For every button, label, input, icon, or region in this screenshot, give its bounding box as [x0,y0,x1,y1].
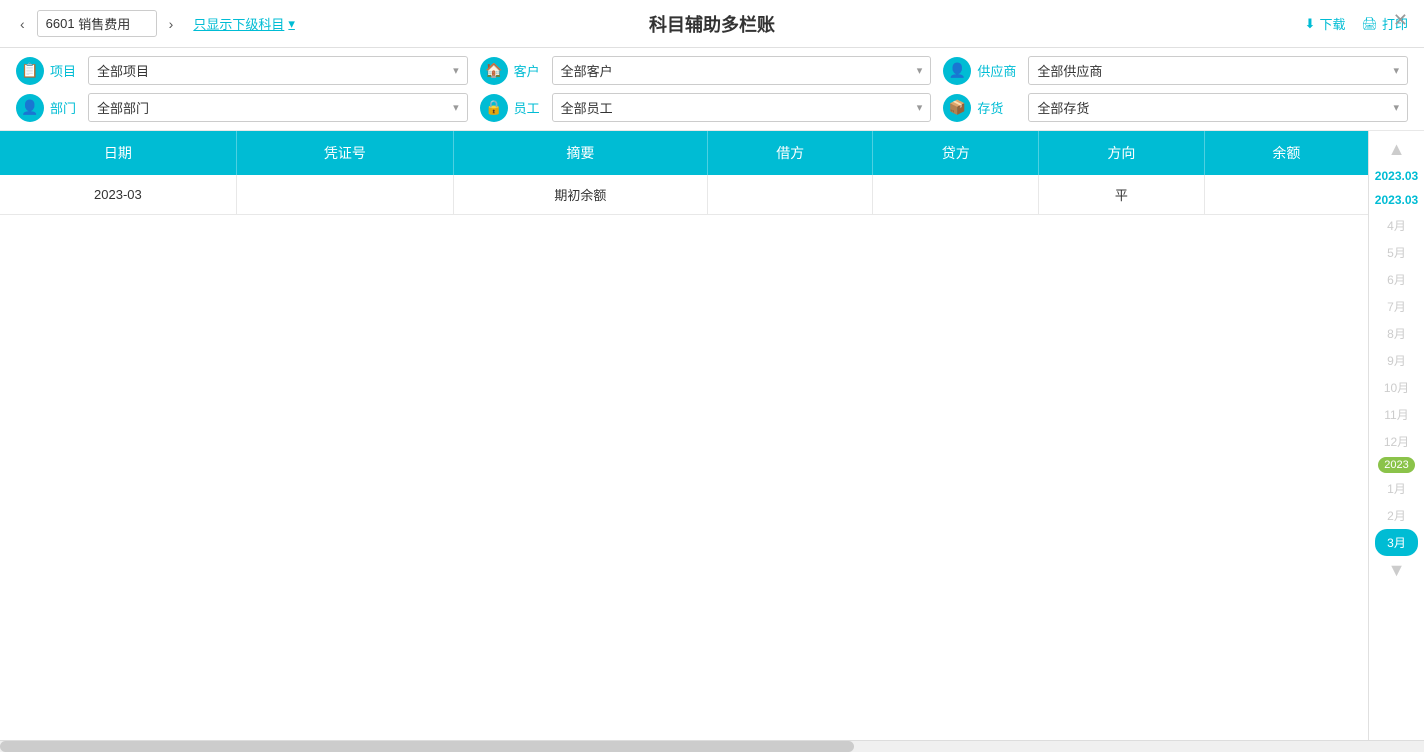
dept-select[interactable]: 全部部门 ▾ [88,93,468,122]
col-voucher: 凭证号 [236,131,453,175]
timeline-period-2023-03-header1[interactable]: 2023.03 [1369,164,1424,188]
cell-direction: 平 [1039,175,1205,215]
col-balance: 余额 [1204,131,1368,175]
timeline-period-10[interactable]: 10月 [1369,374,1424,401]
project-filter-label: 📋 项目 [16,57,76,85]
table-container: 日期 凭证号 摘要 借方 贷方 方向 余额 2023-03 期初余额 平 ▲ 202… [0,131,1424,740]
inventory-chevron-icon: ▾ [1393,101,1399,114]
employee-select-value: 全部员工 [561,98,613,117]
customer-select-value: 全部客户 [561,61,613,80]
timeline-period-8[interactable]: 8月 [1369,320,1424,347]
timeline-period-1[interactable]: 1月 [1369,475,1424,502]
col-direction: 方向 [1039,131,1205,175]
timeline-period-6[interactable]: 6月 [1369,266,1424,293]
employee-select[interactable]: 全部员工 ▾ [552,93,932,122]
timeline-period-12[interactable]: 12月 [1369,428,1424,455]
table-header-row: 日期 凭证号 摘要 借方 贷方 方向 余额 [0,131,1368,175]
supplier-select-value: 全部供应商 [1037,61,1102,80]
col-debit: 借方 [707,131,873,175]
account-name: 销售费用 [78,14,130,33]
year-badge-row: 2023 [1378,457,1414,473]
filter-bar: 📋 项目 全部项目 ▾ 🏠 客户 全部客户 ▾ 👤 供应商 全部供应商 ▾ 👤 [0,48,1424,131]
project-select-value: 全部项目 [97,61,149,80]
project-icon: 📋 [16,57,44,85]
timeline-period-5[interactable]: 5月 [1369,239,1424,266]
bottom-scrollbar-thumb [0,741,854,752]
ledger-table: 日期 凭证号 摘要 借方 贷方 方向 余额 2023-03 期初余额 平 [0,131,1368,215]
customer-icon: 🏠 [480,57,508,85]
timeline-period-2023-03-header2[interactable]: 2023.03 [1369,188,1424,212]
inventory-select-value: 全部存货 [1037,98,1089,117]
timeline-period-9[interactable]: 9月 [1369,347,1424,374]
next-account-btn[interactable]: › [165,14,178,34]
supplier-select[interactable]: 全部供应商 ▾ [1028,56,1408,85]
cell-date: 2023-03 [0,175,236,215]
chevron-down-icon: ▾ [288,16,295,32]
customer-label-text: 客户 [514,61,540,80]
dept-label-text: 部门 [50,98,76,117]
employee-label-text: 员工 [514,98,540,117]
year-badge-2023[interactable]: 2023 [1378,457,1414,473]
project-chevron-icon: ▾ [453,64,459,77]
timeline-period-4[interactable]: 4月 [1369,212,1424,239]
col-summary: 摘要 [453,131,707,175]
prev-account-btn[interactable]: ‹ [16,14,29,34]
timeline-down-button[interactable]: ▼ [1384,556,1410,585]
customer-select[interactable]: 全部客户 ▾ [552,56,932,85]
table-scroll[interactable]: 日期 凭证号 摘要 借方 贷方 方向 余额 2023-03 期初余额 平 [0,131,1368,740]
customer-filter-label: 🏠 客户 [480,57,540,85]
top-bar: ‹ 6601 销售费用 › 只显示下级科目 ▾ 科目辅助多栏账 ⬇ 下载 🖨 打… [0,0,1424,48]
dept-icon: 👤 [16,94,44,122]
timeline-sidebar: ▲ 2023.03 2023.03 4月 5月 6月 7月 8月 9月 10月 … [1368,131,1424,740]
employee-chevron-icon: ▾ [917,101,923,114]
timeline-period-2[interactable]: 2月 [1369,502,1424,529]
bottom-scrollbar[interactable] [0,740,1424,752]
download-label: 下载 [1319,14,1345,33]
inventory-label-text: 存货 [977,98,1003,117]
supplier-filter-label: 👤 供应商 [943,57,1016,85]
download-icon: ⬇ [1305,16,1316,32]
dept-filter-label: 👤 部门 [16,94,76,122]
close-button[interactable]: ✕ [1393,10,1408,31]
timeline-period-7[interactable]: 7月 [1369,293,1424,320]
cell-summary: 期初余额 [453,175,707,215]
inventory-filter-label: 📦 存货 [943,94,1016,122]
col-credit: 贷方 [873,131,1039,175]
top-right-actions: ⬇ 下载 🖨 打印 ✕ [1305,14,1408,33]
main-window: ‹ 6601 销售费用 › 只显示下级科目 ▾ 科目辅助多栏账 ⬇ 下载 🖨 打… [0,0,1424,752]
show-sub-label-text: 只显示下级科目 [193,14,284,33]
customer-chevron-icon: ▾ [917,64,923,77]
show-sub-filter[interactable]: 只显示下级科目 ▾ [193,14,295,33]
timeline-period-3-active[interactable]: 3月 [1375,529,1418,556]
supplier-label-text: 供应商 [977,61,1016,80]
employee-filter-label: 🔒 员工 [480,94,540,122]
account-code-box: 6601 销售费用 [37,10,157,37]
dept-chevron-icon: ▾ [453,101,459,114]
download-button[interactable]: ⬇ 下载 [1305,14,1346,33]
cell-debit [707,175,873,215]
employee-icon: 🔒 [480,94,508,122]
project-select[interactable]: 全部项目 ▾ [88,56,468,85]
supplier-icon: 👤 [943,57,971,85]
cell-credit [873,175,1039,215]
timeline-up-button[interactable]: ▲ [1384,135,1410,164]
print-icon: 🖨 [1361,16,1378,32]
timeline-period-11[interactable]: 11月 [1369,401,1424,428]
cell-voucher [236,175,453,215]
cell-balance [1204,175,1368,215]
project-label-text: 项目 [50,61,76,80]
dept-select-value: 全部部门 [97,98,149,117]
account-code: 6601 [46,16,75,31]
col-date: 日期 [0,131,236,175]
inventory-icon: 📦 [943,94,971,122]
supplier-chevron-icon: ▾ [1393,64,1399,77]
inventory-select[interactable]: 全部存货 ▾ [1028,93,1408,122]
table-row[interactable]: 2023-03 期初余额 平 [0,175,1368,215]
page-title: 科目辅助多栏账 [649,11,775,37]
